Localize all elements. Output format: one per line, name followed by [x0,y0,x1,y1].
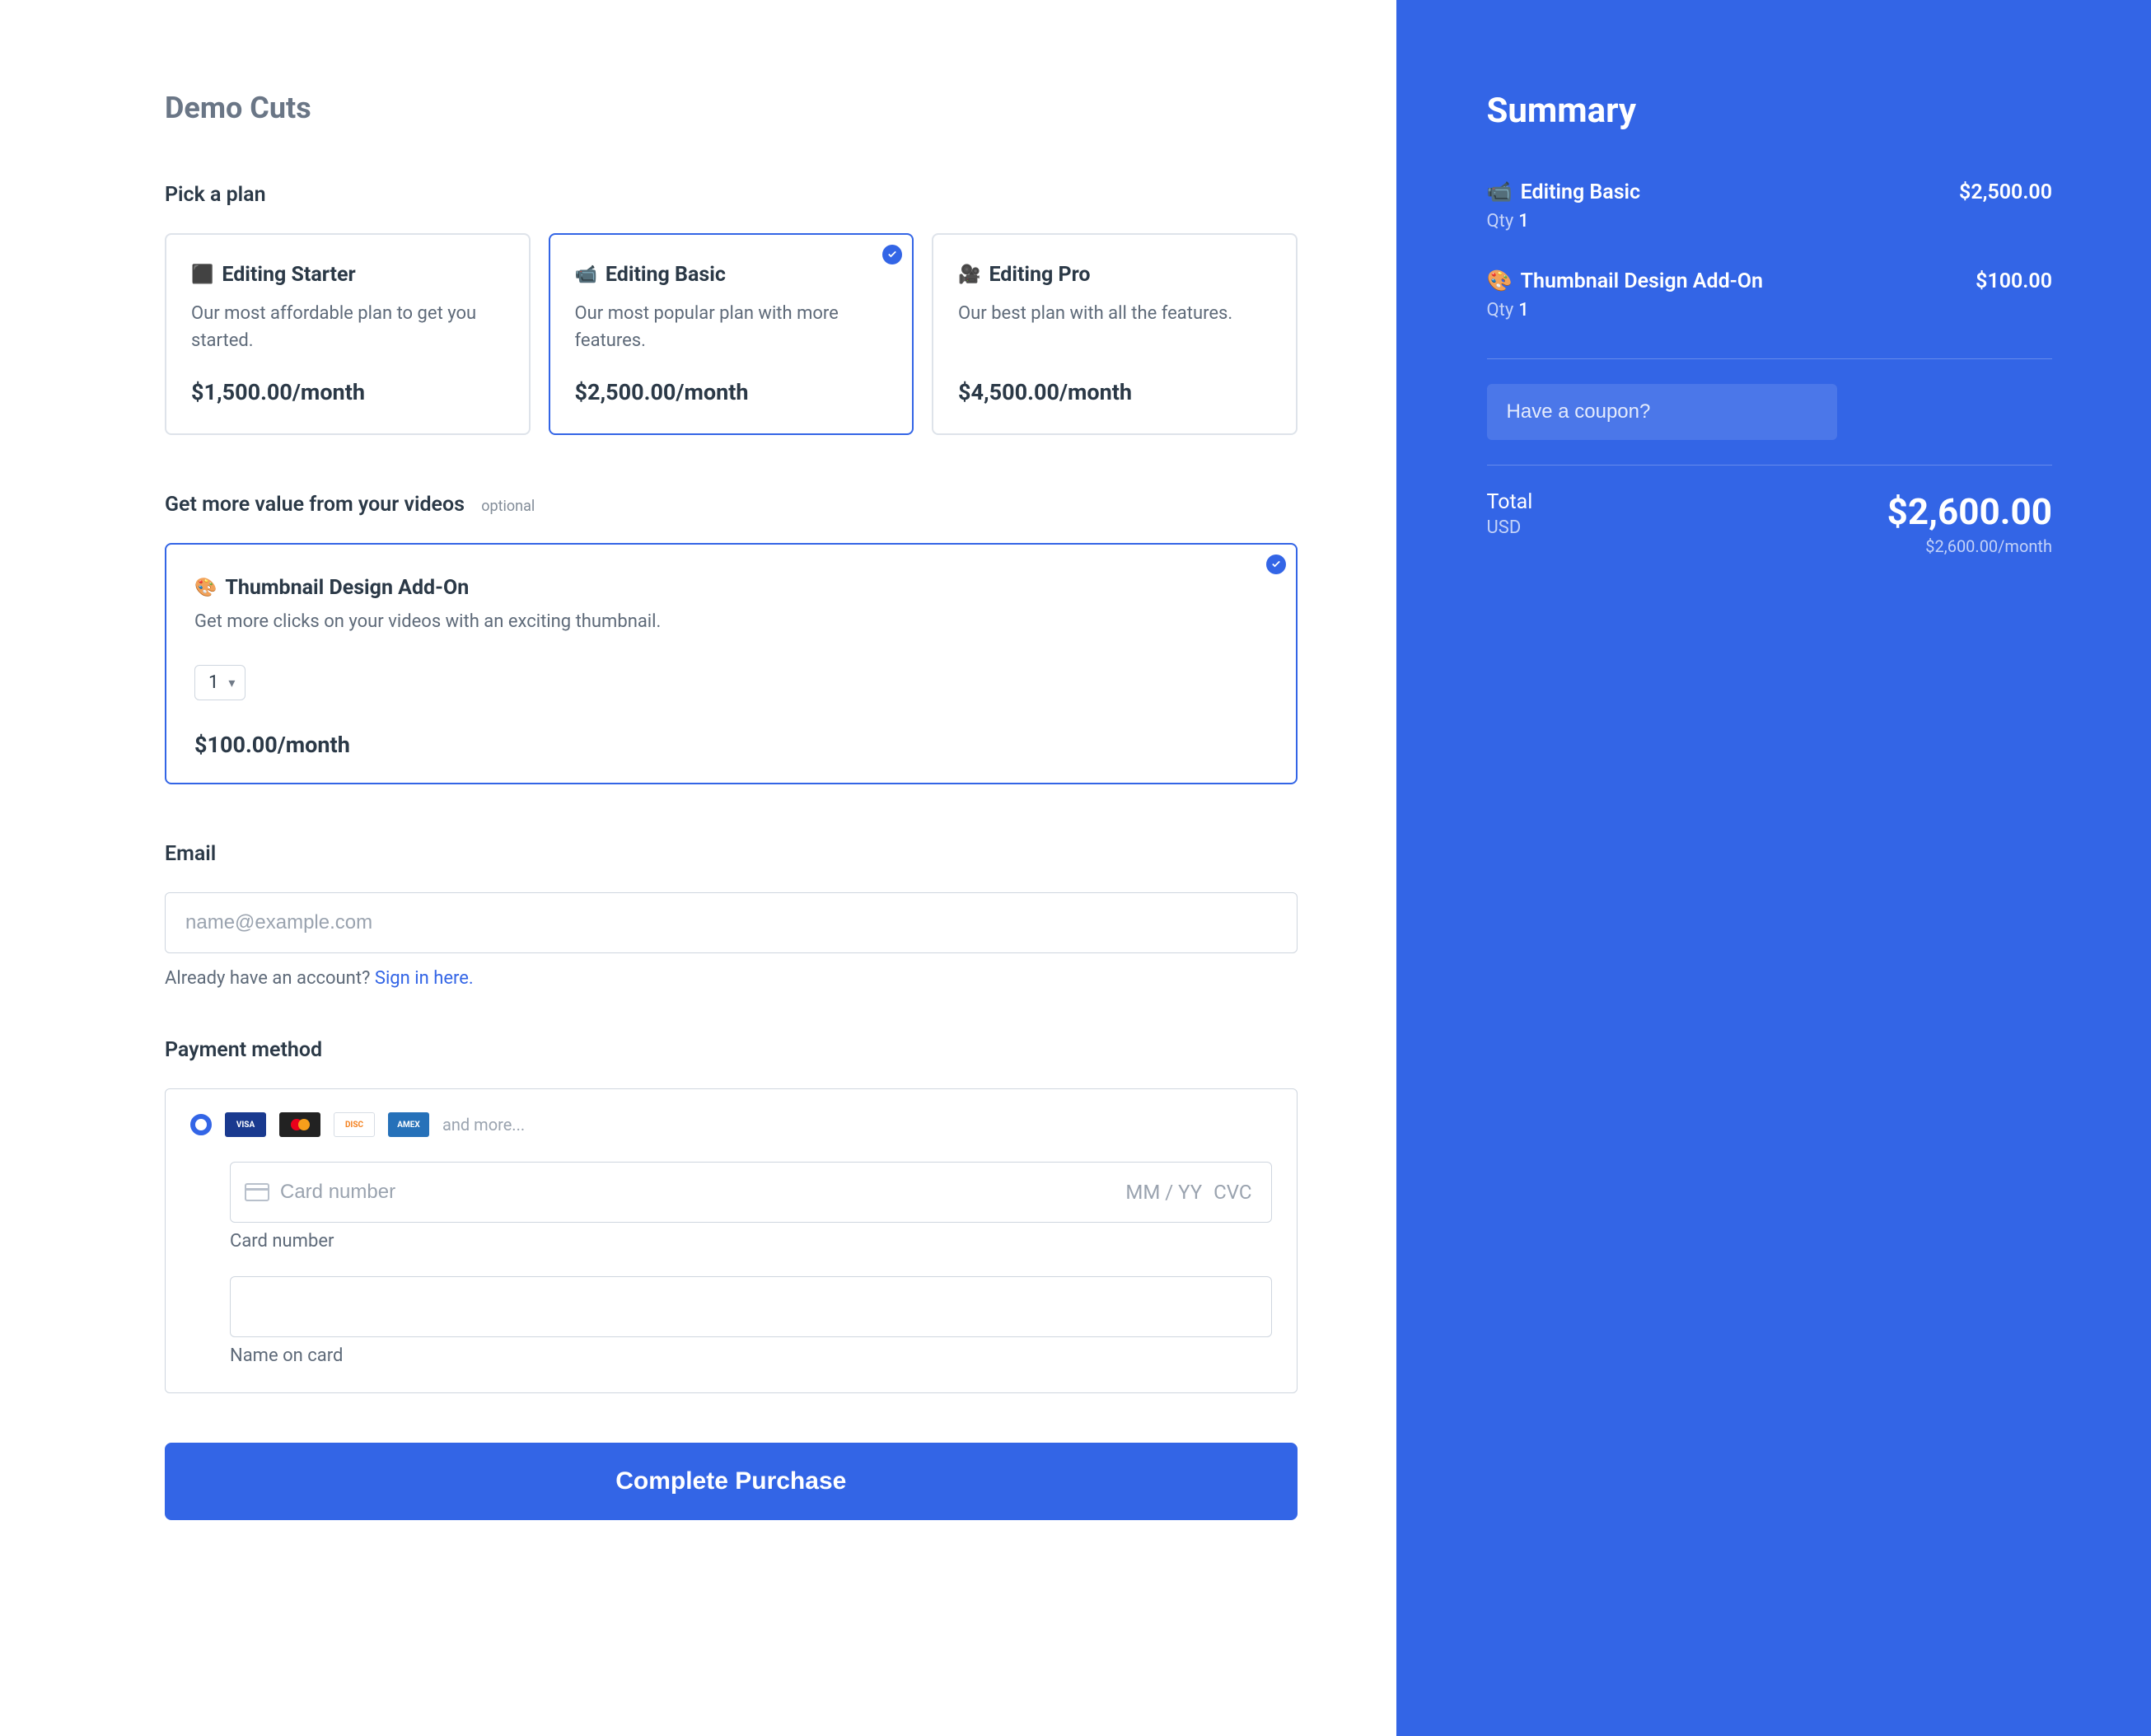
qty-select[interactable]: 1 ▾ [194,665,245,700]
total-currency: USD [1487,517,1533,538]
card-number-field[interactable] [230,1162,1272,1223]
plan-emoji: 🎥 [958,264,980,285]
chevron-down-icon: ▾ [228,675,235,690]
coupon-input[interactable] [1487,384,1838,440]
check-icon [1266,554,1286,574]
payment-more-text: and more... [442,1115,525,1135]
check-icon [882,245,902,264]
discover-icon: DISC [334,1112,375,1137]
email-field[interactable] [165,892,1298,953]
card-name-field[interactable] [230,1276,1272,1337]
summary-item-emoji: 🎨 [1487,269,1513,293]
divider [1487,358,2052,359]
visa-icon: VISA [225,1112,266,1137]
payment-label: Payment method [165,1038,1298,1062]
plan-name: Editing Starter [222,263,355,287]
total-amount: $2,600.00 [1887,490,2052,533]
addon-name: Thumbnail Design Add-On [225,576,469,600]
plan-emoji: ⬛ [191,264,213,285]
addon-label: Get more value from your videos optional [165,493,1298,517]
addon-desc: Get more clicks on your videos with an e… [194,611,1268,632]
plans-row: ⬛ Editing Starter Our most affordable pl… [165,233,1298,435]
summary-item-qty: Qty1 [1487,211,2052,232]
plan-desc: Our most affordable plan to get you star… [191,300,504,354]
optional-tag: optional [481,498,535,515]
email-label: Email [165,842,1298,866]
summary-item-price: $2,500.00 [1959,180,2052,204]
summary-title: Summary [1487,91,2052,131]
addon-card[interactable]: 🎨 Thumbnail Design Add-On Get more click… [165,543,1298,784]
plan-price: $2,500.00/month [575,379,888,405]
summary-item-name: Thumbnail Design Add-On [1521,269,1763,293]
complete-purchase-button[interactable]: Complete Purchase [165,1443,1298,1520]
plan-name: Editing Basic [606,263,726,287]
summary-item-qty: Qty1 [1487,300,2052,321]
card-name-sublabel: Name on card [230,1345,1272,1366]
signin-row: Already have an account? Sign in here. [165,968,1298,989]
summary-item-price: $100.00 [1976,269,2052,293]
summary-item: 📹 Editing Basic $2,500.00 [1487,180,2052,204]
plan-desc: Our best plan with all the features. [958,300,1271,354]
plan-card-starter[interactable]: ⬛ Editing Starter Our most affordable pl… [165,233,531,435]
mastercard-icon [279,1112,320,1137]
card-radio[interactable] [190,1114,212,1135]
plan-desc: Our most popular plan with more features… [575,300,888,354]
plan-price: $4,500.00/month [958,379,1271,405]
summary-sidebar: Summary 📹 Editing Basic $2,500.00 Qty1 🎨… [1396,0,2151,1736]
plan-emoji: 📹 [575,264,597,285]
addon-emoji: 🎨 [194,578,217,598]
plan-card-pro[interactable]: 🎥 Editing Pro Our best plan with all the… [932,233,1298,435]
card-icon [245,1183,269,1201]
plan-name: Editing Pro [989,263,1090,287]
main-column: Demo Cuts Pick a plan ⬛ Editing Starter … [0,0,1396,1736]
signin-link[interactable]: Sign in here. [375,968,474,989]
plan-card-basic[interactable]: 📹 Editing Basic Our most popular plan wi… [549,233,914,435]
summary-item-name: Editing Basic [1521,180,1640,204]
plan-price: $1,500.00/month [191,379,504,405]
total-recurring: $2,600.00/month [1887,536,2052,556]
page-title: Demo Cuts [165,91,1298,125]
card-number-sublabel: Card number [230,1231,1272,1252]
amex-icon: AMEX [388,1112,429,1137]
plans-label: Pick a plan [165,183,1298,207]
payment-box: VISA DISC AMEX and more... MM / YY CVC [165,1088,1298,1393]
summary-item-emoji: 📹 [1487,180,1513,204]
addon-price: $100.00/month [194,732,1268,758]
qty-value: 1 [208,672,218,693]
divider [1487,465,2052,466]
summary-item: 🎨 Thumbnail Design Add-On $100.00 [1487,269,2052,293]
totals-row: Total USD $2,600.00 $2,600.00/month [1487,490,2052,556]
total-label: Total [1487,490,1533,514]
